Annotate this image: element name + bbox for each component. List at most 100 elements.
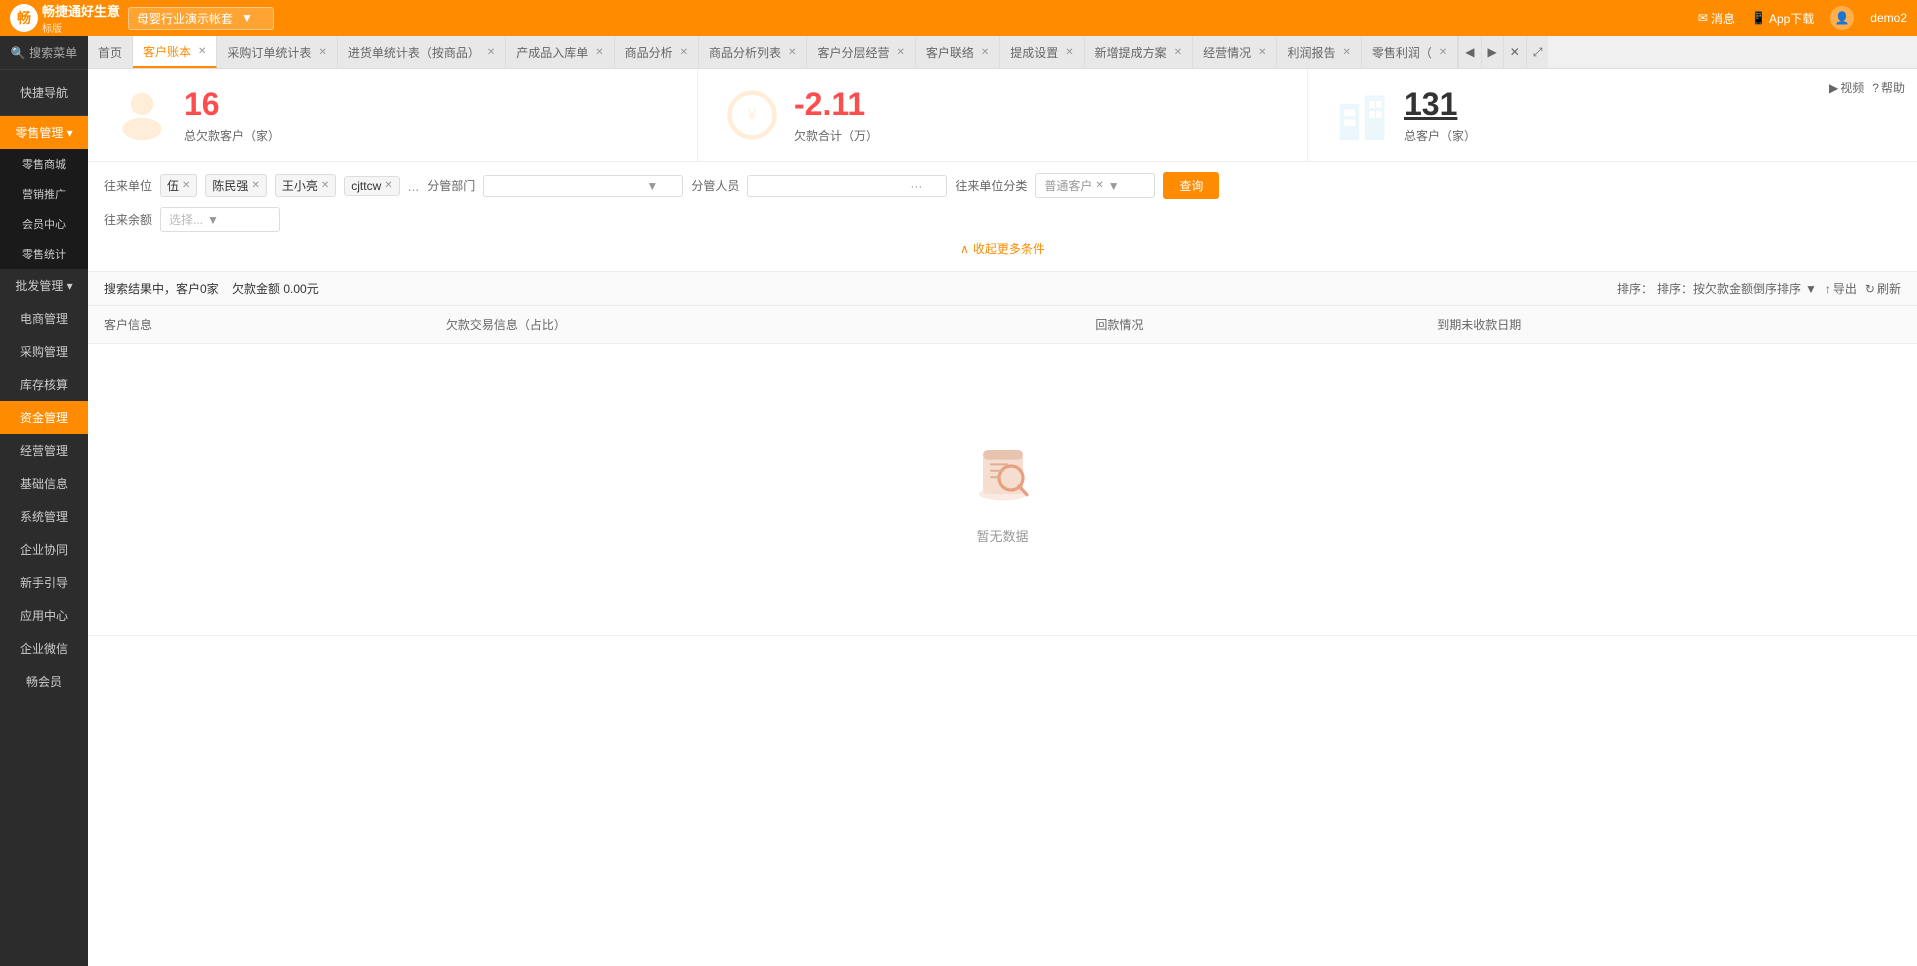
close-tab-purchase-order[interactable]: ✕ (318, 47, 326, 58)
messages-button[interactable]: ✉ 消息 (1698, 10, 1735, 27)
sidebar-item-wholesale-mgmt[interactable]: 批发管理 ▾ (0, 269, 88, 302)
stat-card-debt: ¥ -2.11 欠款合计（万） (698, 69, 1308, 161)
sidebar-item-retail-mall[interactable]: 零售商城 (0, 149, 88, 179)
filter-tag-unit-1[interactable]: 伍 ✕ (160, 174, 197, 197)
results-actions: 排序： 排序：按欠款金额倒序排序 ▼ ↑ 导出 ↻ 刷新 (1617, 280, 1901, 297)
more-tags-btn[interactable]: ... (408, 178, 420, 194)
tab-close-all-btn[interactable]: ✕ (1503, 36, 1526, 68)
remove-tag-1[interactable]: ✕ (182, 180, 190, 191)
sort-chevron-icon: ▼ (1805, 282, 1817, 296)
close-tab-product-list[interactable]: ✕ (788, 47, 796, 58)
close-tab-production[interactable]: ✕ (595, 47, 603, 58)
close-tab-commission[interactable]: ✕ (1065, 47, 1073, 58)
tab-operations[interactable]: 经营情况 ✕ (1193, 36, 1277, 68)
tab-home[interactable]: 首页 (88, 36, 133, 68)
close-tab-profit[interactable]: ✕ (1343, 47, 1351, 58)
remove-tag-3[interactable]: ✕ (321, 180, 329, 191)
sidebar-item-enterprise-collab[interactable]: 企业协同 (0, 533, 88, 566)
tab-retail-profit[interactable]: 零售利润（ ✕ (1362, 36, 1458, 68)
user-avatar[interactable]: 👤 (1830, 6, 1854, 30)
person-select[interactable]: ··· (747, 175, 947, 197)
close-tab-retail-profit[interactable]: ✕ (1439, 47, 1447, 58)
sidebar-item-retail-mgmt[interactable]: 零售管理 ▾ (0, 116, 88, 149)
app-container: 畅 畅捷通好生意 标版 母婴行业演示帐套 ▼ ✉ 消息 📱 App下载 👤 (0, 0, 1917, 966)
filter-tag-unit-2[interactable]: 陈民强 ✕ (205, 174, 266, 197)
category-filter-label: 往来单位分类 (955, 177, 1027, 194)
dept-select[interactable]: ▼ (483, 175, 683, 197)
filter-row-1: 往来单位 伍 ✕ 陈民强 ✕ 王小亮 ✕ (104, 172, 1901, 199)
refresh-button[interactable]: ↻ 刷新 (1865, 280, 1901, 297)
video-button[interactable]: ▶ 视频 (1829, 79, 1864, 96)
sort-select[interactable]: 排序： 排序：按欠款金额倒序排序 ▼ (1617, 280, 1817, 297)
remove-tag-4[interactable]: ✕ (384, 180, 392, 191)
sidebar-item-ecommerce[interactable]: 电商管理 (0, 302, 88, 335)
empty-text: 暂无数据 (976, 526, 1028, 545)
building-icon (1332, 85, 1392, 145)
stat-info-customers: 16 总欠款客户（家） (184, 86, 280, 144)
filter-tag-unit-4[interactable]: cjttcw ✕ (344, 176, 399, 196)
category-select[interactable]: 普通客户 ✕ ▼ (1035, 173, 1155, 198)
filter-tag-unit-3[interactable]: 王小亮 ✕ (275, 174, 336, 197)
stat-actions: ▶ 视频 ? 帮助 (1829, 79, 1905, 96)
close-tab-contact[interactable]: ✕ (981, 47, 989, 58)
tab-customer-contact[interactable]: 客户联络 ✕ (916, 36, 1000, 68)
sidebar-item-purchase-mgmt[interactable]: 采购管理 (0, 335, 88, 368)
app-download-button[interactable]: 📱 App下载 (1751, 10, 1814, 27)
close-tab-operations[interactable]: ✕ (1258, 47, 1266, 58)
sidebar-item-finance[interactable]: 资金管理 (0, 401, 88, 434)
sidebar: 🔍 搜索菜单 快捷导航 零售管理 ▾ 零售商城 营销推广 会员中心 零售统计 (0, 36, 88, 966)
sidebar-item-enterprise-wechat[interactable]: 企业微信 (0, 632, 88, 665)
tab-next-btn[interactable]: ▶ (1481, 36, 1503, 68)
empty-icon (963, 434, 1043, 514)
close-tab-customer-ledger[interactable]: ✕ (198, 46, 206, 57)
tab-product-analysis-list[interactable]: 商品分析列表 ✕ (699, 36, 807, 68)
help-button[interactable]: ? 帮助 (1872, 79, 1905, 96)
tab-new-commission-plan[interactable]: 新增提成方案 ✕ (1085, 36, 1193, 68)
close-tab-product-analysis[interactable]: ✕ (680, 47, 688, 58)
remove-category-tag[interactable]: ✕ (1095, 180, 1103, 191)
tab-commission-settings[interactable]: 提成设置 ✕ (1000, 36, 1084, 68)
sidebar-item-inventory[interactable]: 库存核算 (0, 368, 88, 401)
close-tab-segmentation[interactable]: ✕ (896, 47, 904, 58)
sidebar-item-marketing[interactable]: 营销推广 (0, 179, 88, 209)
tab-product-analysis[interactable]: 商品分析 ✕ (615, 36, 699, 68)
tab-customer-segmentation[interactable]: 客户分层经营 ✕ (807, 36, 915, 68)
col-overdue-date: 到期未收款日期 (1421, 306, 1917, 344)
sidebar-item-basic-info[interactable]: 基础信息 (0, 467, 88, 500)
tab-prev-btn[interactable]: ◀ (1458, 36, 1480, 68)
chevron-down-icon: ▼ (646, 179, 658, 193)
remove-tag-2[interactable]: ✕ (251, 180, 259, 191)
sidebar-search[interactable]: 🔍 搜索菜单 (0, 36, 88, 70)
stat-value-total[interactable]: 131 (1404, 86, 1476, 123)
close-tab-inbound[interactable]: ✕ (487, 47, 495, 58)
category-tag[interactable]: 普通客户 ✕ (1044, 177, 1103, 194)
tab-purchase-order-stats[interactable]: 采购订单统计表 ✕ (217, 36, 337, 68)
username-label[interactable]: demo2 (1870, 11, 1907, 25)
tab-production-inbound[interactable]: 产成品入库单 ✕ (506, 36, 614, 68)
refresh-icon: ↻ (1865, 282, 1875, 296)
sidebar-item-member-center[interactable]: 会员中心 (0, 209, 88, 239)
sidebar-item-app-center[interactable]: 应用中心 (0, 599, 88, 632)
tab-profit-report[interactable]: 利润报告 ✕ (1277, 36, 1361, 68)
export-button[interactable]: ↑ 导出 (1825, 280, 1857, 297)
tab-expand-btn[interactable]: ⤢ (1526, 36, 1549, 68)
tab-inbound-stats[interactable]: 进货单统计表（按商品） ✕ (338, 36, 506, 68)
collapse-filters-btn[interactable]: ∧ 收起更多条件 (960, 240, 1045, 257)
chevron-down-icon: ▼ (1108, 179, 1120, 193)
top-bar-right: ✉ 消息 📱 App下载 👤 demo2 (1698, 6, 1907, 30)
sidebar-item-chang-member[interactable]: 畅会员 (0, 665, 88, 698)
balance-select[interactable]: 选择... ▼ (160, 207, 280, 232)
more-options-icon[interactable]: ··· (910, 179, 922, 193)
query-button[interactable]: 查询 (1163, 172, 1219, 199)
customers-icon (112, 85, 172, 145)
sidebar-item-retail-stats[interactable]: 零售统计 (0, 239, 88, 269)
search-icon: 🔍 (11, 46, 26, 60)
sidebar-item-operations[interactable]: 经营管理 (0, 434, 88, 467)
export-icon: ↑ (1825, 282, 1831, 296)
sidebar-item-new-guide[interactable]: 新手引导 (0, 566, 88, 599)
tab-customer-ledger[interactable]: 客户账本 ✕ (133, 36, 217, 68)
store-selector[interactable]: 母婴行业演示帐套 ▼ (128, 7, 274, 30)
sidebar-item-system-mgmt[interactable]: 系统管理 (0, 500, 88, 533)
close-tab-new-commission[interactable]: ✕ (1174, 47, 1182, 58)
sidebar-item-quick-nav[interactable]: 快捷导航 (0, 76, 88, 109)
